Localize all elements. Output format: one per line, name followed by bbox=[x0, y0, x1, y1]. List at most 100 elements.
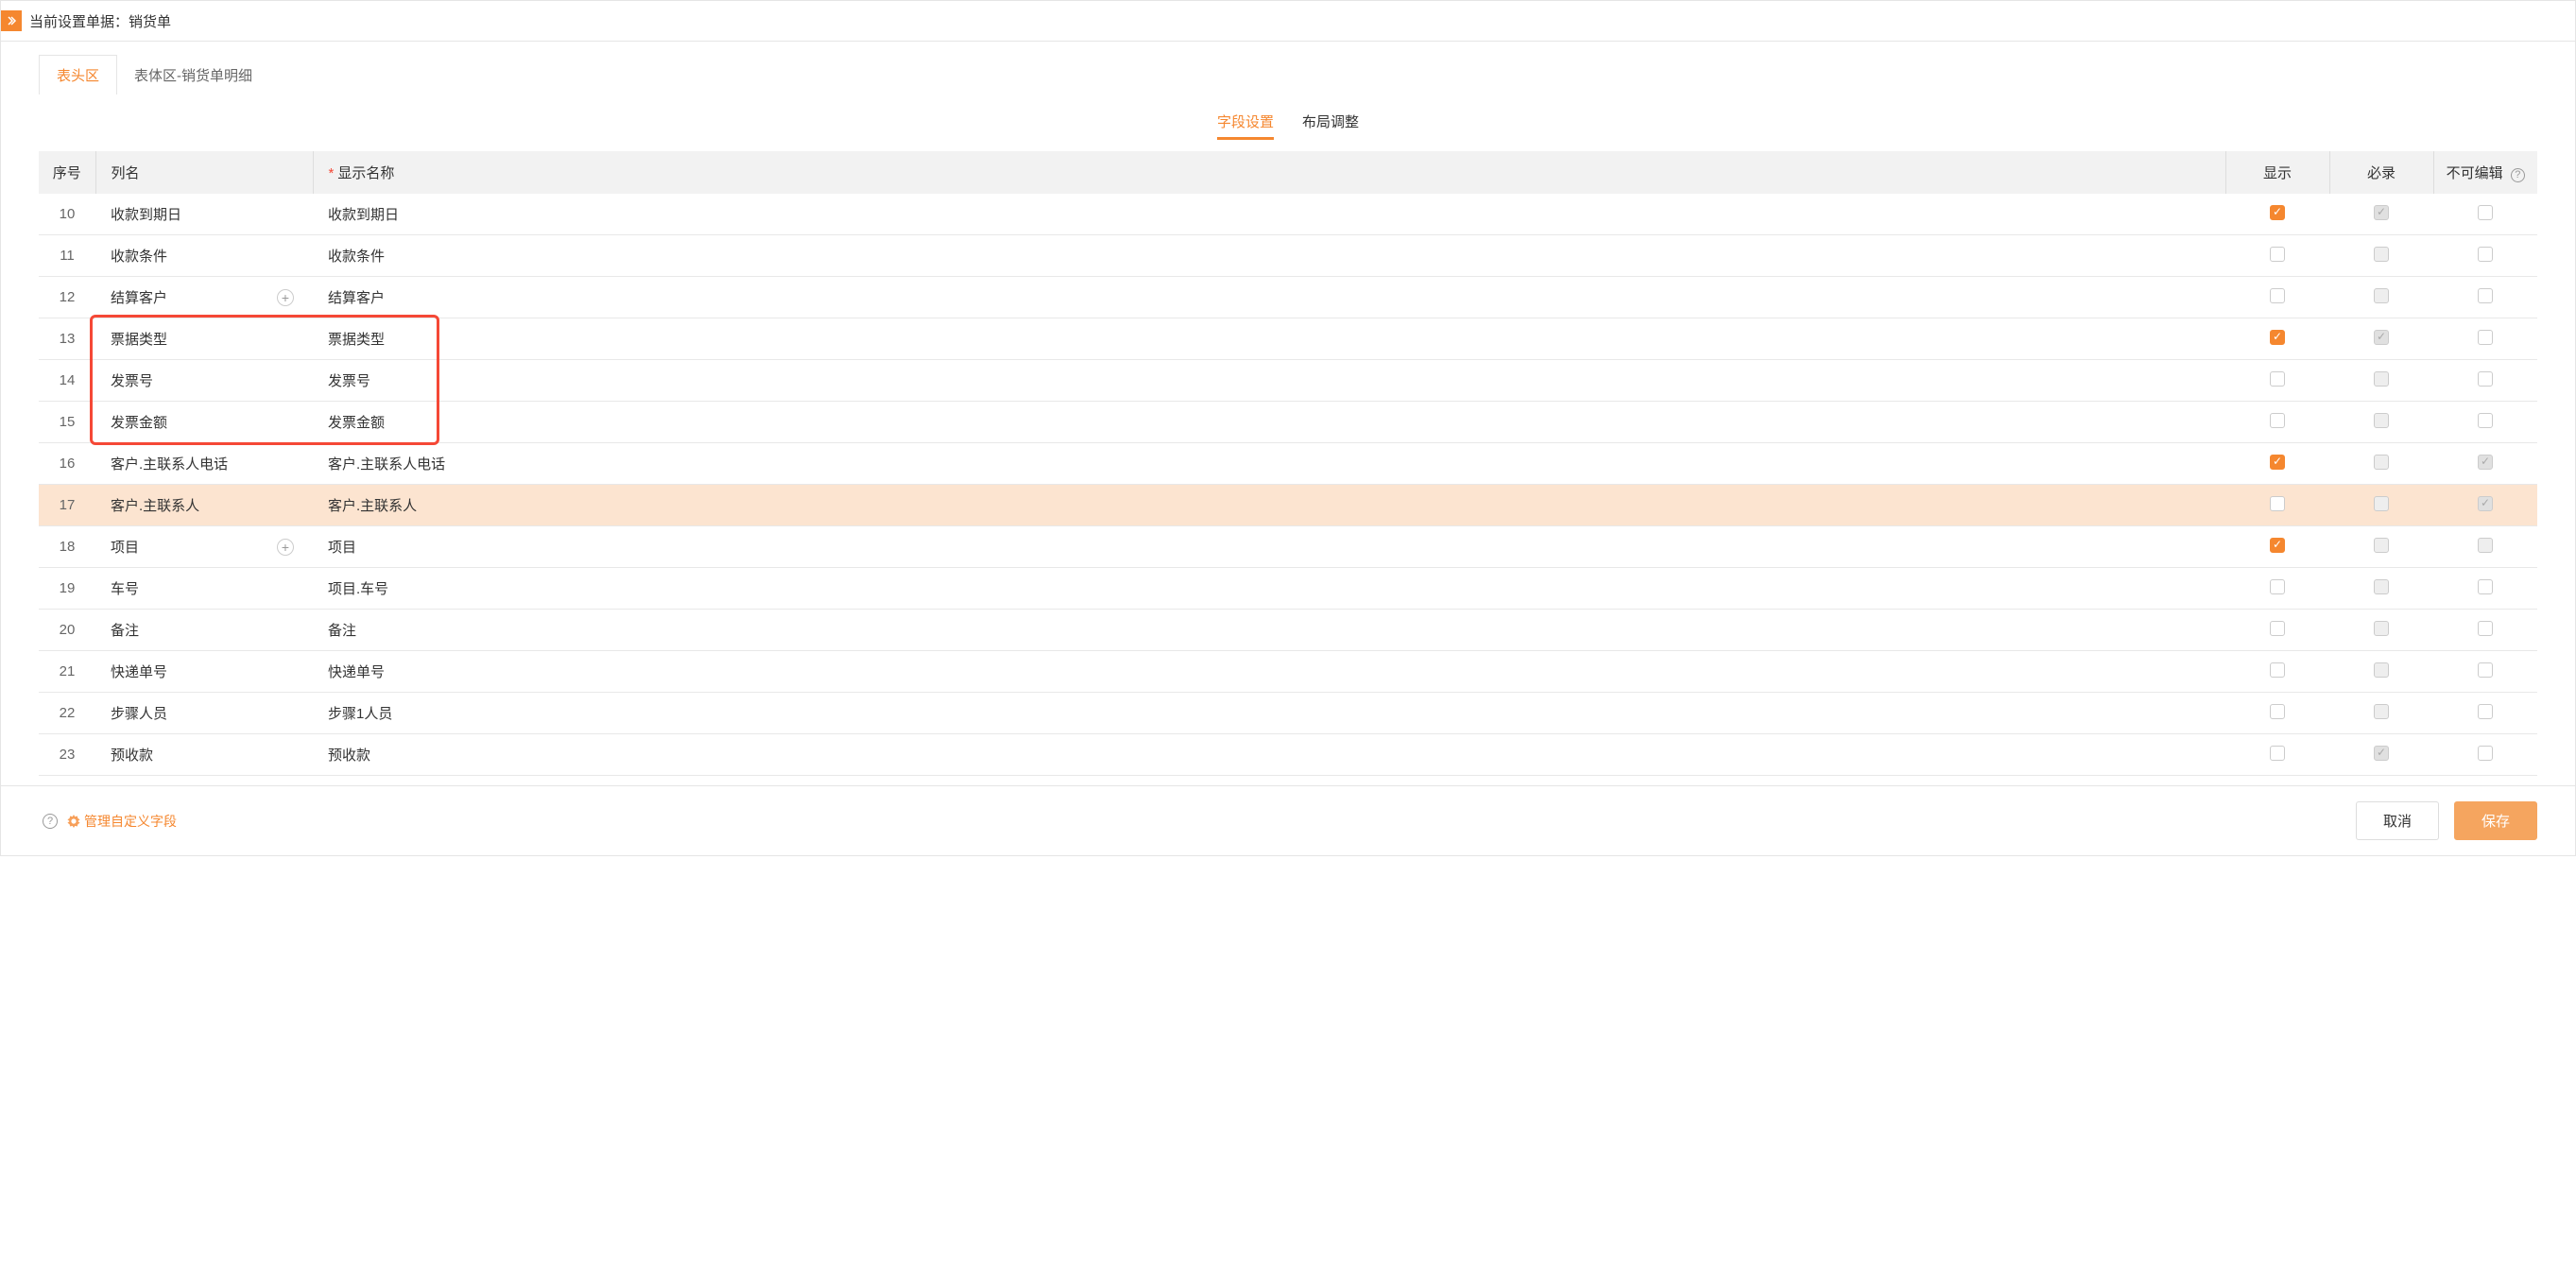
tab-header-area[interactable]: 表头区 bbox=[39, 55, 117, 95]
show-checkbox[interactable] bbox=[2270, 662, 2285, 678]
row-seq: 10 bbox=[39, 194, 95, 235]
show-cell bbox=[2225, 194, 2329, 235]
required-cell bbox=[2329, 235, 2433, 277]
row-display-name[interactable]: 发票金额 bbox=[313, 402, 2225, 443]
non-editable-checkbox[interactable] bbox=[2478, 288, 2493, 303]
required-checkbox bbox=[2374, 288, 2389, 303]
show-checkbox[interactable] bbox=[2270, 247, 2285, 262]
required-checkbox bbox=[2374, 746, 2389, 761]
main-container: 当前设置单据：销货单 表头区 表体区-销货单明细 字段设置 布局调整 序号 列名… bbox=[0, 0, 2576, 856]
show-cell bbox=[2225, 526, 2329, 568]
non-editable-checkbox[interactable] bbox=[2478, 247, 2493, 262]
row-display-name[interactable]: 项目.车号 bbox=[313, 568, 2225, 610]
required-checkbox bbox=[2374, 621, 2389, 636]
show-checkbox[interactable] bbox=[2270, 330, 2285, 345]
row-display-name[interactable]: 发票号 bbox=[313, 360, 2225, 402]
tab-body-area[interactable]: 表体区-销货单明细 bbox=[117, 56, 269, 95]
non-editable-checkbox[interactable] bbox=[2478, 704, 2493, 719]
non-editable-cell bbox=[2433, 693, 2537, 734]
table-row: 14发票号发票号 bbox=[39, 360, 2537, 402]
row-display-name[interactable]: 预收款 bbox=[313, 734, 2225, 776]
row-display-name[interactable]: 收款条件 bbox=[313, 235, 2225, 277]
row-name: 票据类型 bbox=[95, 318, 313, 360]
required-cell bbox=[2329, 277, 2433, 318]
show-cell bbox=[2225, 443, 2329, 485]
row-name: 客户.主联系人电话 bbox=[95, 443, 313, 485]
row-display-name[interactable]: 备注 bbox=[313, 610, 2225, 651]
show-checkbox[interactable] bbox=[2270, 538, 2285, 553]
show-checkbox[interactable] bbox=[2270, 288, 2285, 303]
non-editable-checkbox[interactable] bbox=[2478, 579, 2493, 594]
show-checkbox[interactable] bbox=[2270, 455, 2285, 470]
row-display-name[interactable]: 项目 bbox=[313, 526, 2225, 568]
row-name: 客户.主联系人 bbox=[95, 485, 313, 526]
row-seq: 13 bbox=[39, 318, 95, 360]
row-name: 备注 bbox=[95, 610, 313, 651]
non-editable-checkbox[interactable] bbox=[2478, 371, 2493, 387]
show-cell bbox=[2225, 235, 2329, 277]
show-checkbox[interactable] bbox=[2270, 704, 2285, 719]
subtab-field-setting[interactable]: 字段设置 bbox=[1217, 112, 1274, 140]
show-checkbox[interactable] bbox=[2270, 413, 2285, 428]
show-checkbox[interactable] bbox=[2270, 205, 2285, 220]
expand-button[interactable] bbox=[1, 10, 22, 31]
row-seq: 11 bbox=[39, 235, 95, 277]
row-name: 发票金额 bbox=[95, 402, 313, 443]
save-button[interactable]: 保存 bbox=[2454, 801, 2537, 840]
show-checkbox[interactable] bbox=[2270, 746, 2285, 761]
non-editable-checkbox[interactable] bbox=[2478, 330, 2493, 345]
table-row: 15发票金额发票金额 bbox=[39, 402, 2537, 443]
row-display-name[interactable]: 快递单号 bbox=[313, 651, 2225, 693]
required-checkbox bbox=[2374, 330, 2389, 345]
show-checkbox[interactable] bbox=[2270, 579, 2285, 594]
required-cell bbox=[2329, 485, 2433, 526]
non-editable-checkbox[interactable] bbox=[2478, 621, 2493, 636]
non-editable-checkbox[interactable] bbox=[2478, 413, 2493, 428]
subtab-layout-adjust[interactable]: 布局调整 bbox=[1302, 112, 1359, 140]
required-checkbox bbox=[2374, 205, 2389, 220]
col-header-seq: 序号 bbox=[39, 151, 95, 194]
required-checkbox bbox=[2374, 496, 2389, 511]
row-display-name[interactable]: 结算客户 bbox=[313, 277, 2225, 318]
non-editable-checkbox[interactable] bbox=[2478, 746, 2493, 761]
table-row: 23预收款预收款 bbox=[39, 734, 2537, 776]
row-display-name[interactable]: 客户.主联系人电话 bbox=[313, 443, 2225, 485]
non-editable-checkbox[interactable] bbox=[2478, 662, 2493, 678]
table-row: 19车号项目.车号 bbox=[39, 568, 2537, 610]
required-checkbox bbox=[2374, 538, 2389, 553]
show-cell bbox=[2225, 610, 2329, 651]
table-row: 22步骤人员步骤1人员 bbox=[39, 693, 2537, 734]
row-display-name[interactable]: 收款到期日 bbox=[313, 194, 2225, 235]
required-checkbox bbox=[2374, 662, 2389, 678]
row-name: 发票号 bbox=[95, 360, 313, 402]
required-cell bbox=[2329, 651, 2433, 693]
row-display-name[interactable]: 步骤1人员 bbox=[313, 693, 2225, 734]
row-seq: 23 bbox=[39, 734, 95, 776]
cancel-button[interactable]: 取消 bbox=[2356, 801, 2439, 840]
row-name: 收款条件 bbox=[95, 235, 313, 277]
non-editable-checkbox[interactable] bbox=[2478, 205, 2493, 220]
row-seq: 21 bbox=[39, 651, 95, 693]
manage-custom-fields-link[interactable]: 管理自定义字段 bbox=[67, 812, 177, 831]
table-row: 13票据类型票据类型 bbox=[39, 318, 2537, 360]
row-display-name[interactable]: 票据类型 bbox=[313, 318, 2225, 360]
show-checkbox[interactable] bbox=[2270, 621, 2285, 636]
table-row: 17客户.主联系人客户.主联系人 bbox=[39, 485, 2537, 526]
row-name: 车号 bbox=[95, 568, 313, 610]
row-name: 项目+ bbox=[95, 526, 313, 568]
row-name: 预收款 bbox=[95, 734, 313, 776]
add-subfield-button[interactable]: + bbox=[277, 539, 294, 556]
show-cell bbox=[2225, 485, 2329, 526]
row-display-name[interactable]: 客户.主联系人 bbox=[313, 485, 2225, 526]
show-checkbox[interactable] bbox=[2270, 496, 2285, 511]
required-checkbox bbox=[2374, 579, 2389, 594]
show-checkbox[interactable] bbox=[2270, 371, 2285, 387]
row-seq: 20 bbox=[39, 610, 95, 651]
footer: ? 管理自定义字段 取消 保存 bbox=[1, 785, 2575, 855]
help-icon[interactable]: ? bbox=[43, 814, 58, 829]
col-header-display: *显示名称 bbox=[313, 151, 2225, 194]
non-editable-cell bbox=[2433, 610, 2537, 651]
add-subfield-button[interactable]: + bbox=[277, 289, 294, 306]
help-icon[interactable]: ? bbox=[2511, 168, 2525, 182]
table-row: 16客户.主联系人电话客户.主联系人电话 bbox=[39, 443, 2537, 485]
